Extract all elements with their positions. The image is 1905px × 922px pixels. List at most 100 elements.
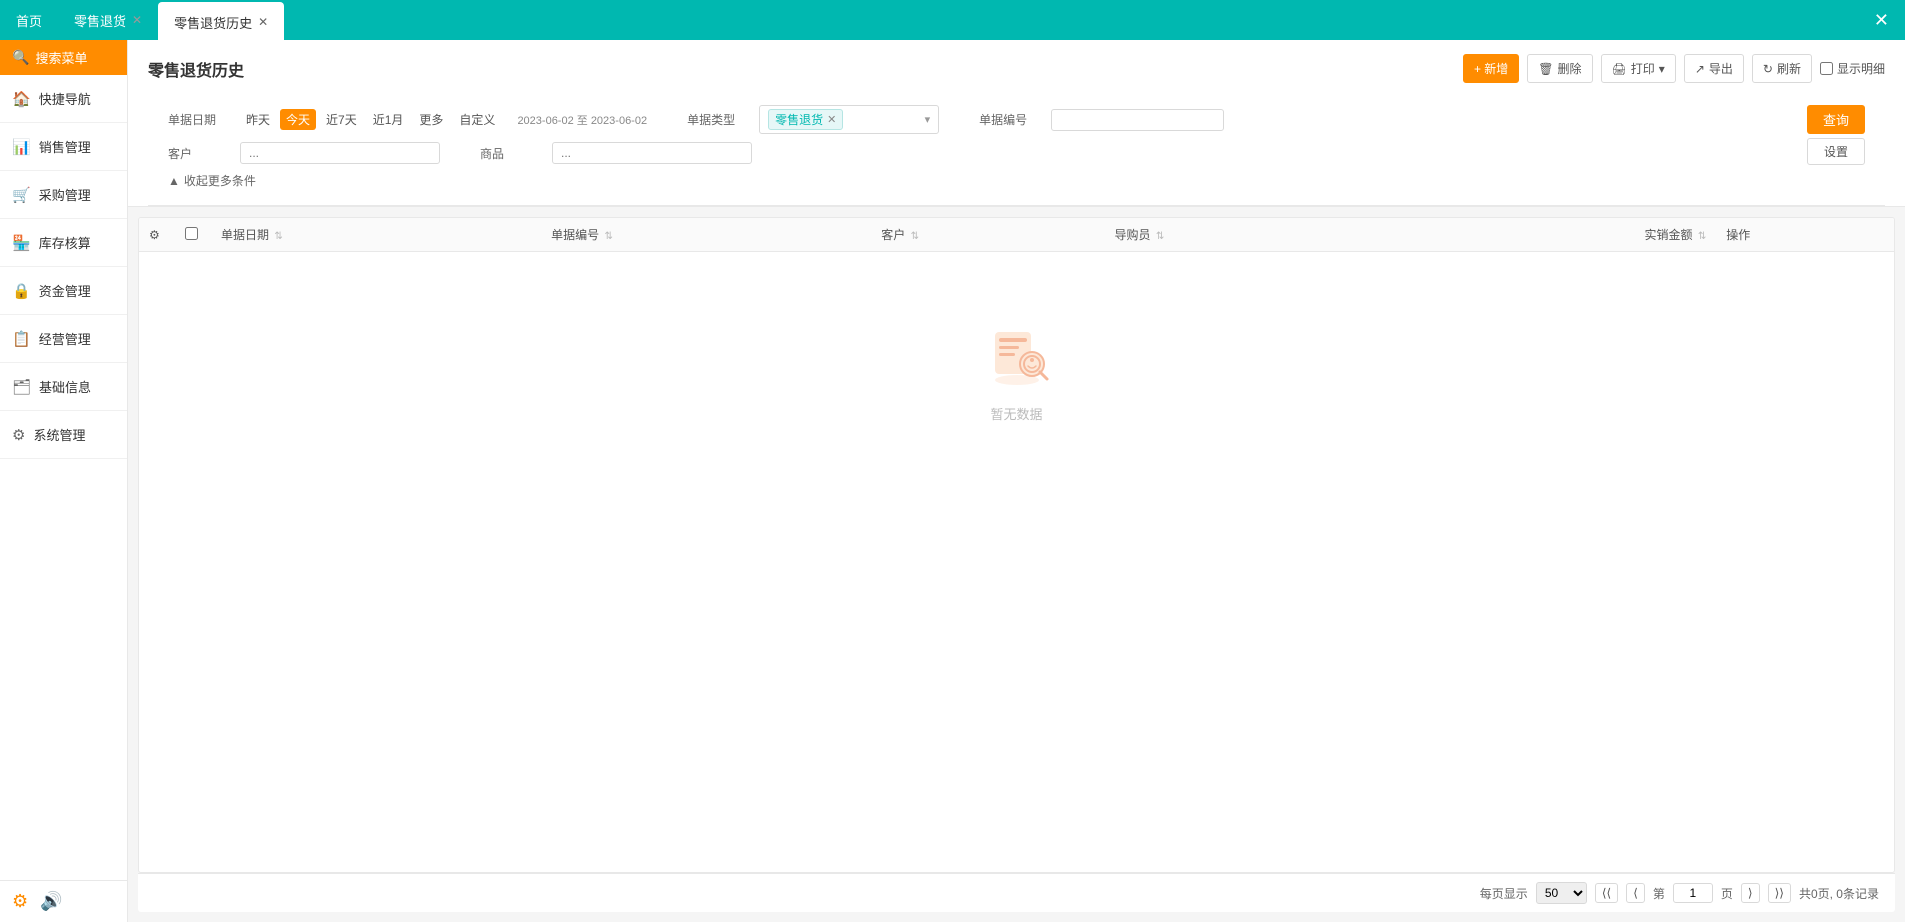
- refresh-button[interactable]: ↻ 刷新: [1752, 54, 1812, 83]
- date-btn-today[interactable]: 今天: [280, 109, 316, 130]
- sidebar-item-basic-info[interactable]: 🗂 基础信息: [0, 363, 127, 411]
- type-tag-close[interactable]: ✕: [827, 113, 836, 126]
- type-tag: 零售退货 ✕: [768, 109, 843, 130]
- date-btn-more[interactable]: 更多: [413, 109, 449, 130]
- collapse-button[interactable]: ▲ 收起更多条件: [168, 172, 1791, 189]
- show-detail-checkbox-label[interactable]: 显示明细: [1820, 60, 1885, 77]
- date-btn-1month[interactable]: 近1月: [367, 109, 410, 130]
- filter-row-1: 单据日期 昨天 今天 近7天 近1月 更多 自定义 2023-06-02 至 2…: [168, 105, 1791, 134]
- voucher-no-input[interactable]: [1051, 109, 1224, 131]
- volume-icon[interactable]: 🔊: [40, 891, 62, 912]
- th-date-label: 单据日期: [221, 228, 269, 242]
- first-page-button[interactable]: ⟨⟨: [1595, 883, 1618, 903]
- sidebar-item-inventory[interactable]: 🏪 库存核算: [0, 219, 127, 267]
- show-detail-checkbox[interactable]: [1820, 62, 1833, 75]
- th-settings: ⚙: [139, 218, 175, 252]
- date-btn-yesterday[interactable]: 昨天: [240, 109, 276, 130]
- export-label: 导出: [1709, 60, 1733, 77]
- window-close-button[interactable]: ✕: [1858, 10, 1905, 31]
- quick-nav-icon: 🏠: [12, 90, 31, 108]
- th-amount: 实销金额 ⇅: [1386, 218, 1716, 252]
- empty-state-icon: [977, 312, 1057, 392]
- customer-input[interactable]: [240, 142, 440, 164]
- th-voucher-sort-icon[interactable]: ⇅: [604, 231, 612, 242]
- per-page-select[interactable]: 10 20 50 100: [1536, 882, 1587, 904]
- th-customer-sort-icon[interactable]: ⇅: [911, 231, 919, 242]
- empty-state: 暂无数据: [139, 252, 1894, 483]
- sidebar-item-finance[interactable]: 🔒 资金管理: [0, 267, 127, 315]
- date-buttons: 昨天 今天 近7天 近1月 更多 自定义: [240, 109, 501, 130]
- sidebar-item-purchase[interactable]: 🛒 采购管理: [0, 171, 127, 219]
- tab-retail-return-close[interactable]: ✕: [132, 13, 142, 27]
- date-btn-7days[interactable]: 近7天: [320, 109, 363, 130]
- sidebar-item-system[interactable]: ⚙ 系统管理: [0, 411, 127, 459]
- last-page-button[interactable]: ⟩⟩: [1768, 883, 1791, 903]
- system-icon: ⚙: [12, 426, 25, 444]
- table-body: 暂无数据: [139, 252, 1894, 484]
- goods-input[interactable]: [552, 142, 752, 164]
- settings-gear-icon[interactable]: ⚙: [12, 891, 28, 912]
- th-amount-sort-icon[interactable]: ⇅: [1698, 231, 1706, 242]
- th-checkbox: [175, 218, 211, 252]
- select-all-checkbox[interactable]: [185, 227, 198, 240]
- sidebar-item-label: 采购管理: [39, 185, 91, 204]
- refresh-icon: ↻: [1763, 62, 1773, 76]
- date-filter-label: 单据日期: [168, 111, 224, 128]
- type-filter-box[interactable]: 零售退货 ✕ ▾: [759, 105, 939, 134]
- next-page-button[interactable]: ⟩: [1741, 883, 1760, 903]
- print-icon: 🖨: [1612, 62, 1627, 76]
- sidebar-item-quick-nav[interactable]: 🏠 快捷导航: [0, 75, 127, 123]
- print-button[interactable]: 🖨 打印 ▾: [1601, 54, 1676, 83]
- th-action-label: 操作: [1726, 228, 1750, 242]
- top-bar: 首页 零售退货 ✕ 零售退货历史 ✕ ✕: [0, 0, 1905, 40]
- empty-state-cell: 暂无数据: [139, 252, 1894, 484]
- delete-icon: 🗑: [1538, 62, 1553, 76]
- data-table-wrap: ⚙ 单据日期 ⇅ 单据编号 ⇅: [138, 217, 1895, 873]
- sidebar-item-label: 销售管理: [39, 137, 91, 156]
- query-settings-col: 查询 设置: [1807, 105, 1865, 165]
- sidebar-item-label: 基础信息: [39, 377, 91, 396]
- tab-retail-return-history[interactable]: 零售退货历史 ✕: [158, 2, 284, 42]
- export-button[interactable]: ↗ 导出: [1684, 54, 1744, 83]
- new-button[interactable]: + 新增: [1463, 54, 1519, 83]
- table-header-row: ⚙ 单据日期 ⇅ 单据编号 ⇅: [139, 218, 1894, 252]
- sidebar-item-sales[interactable]: 📊 销售管理: [0, 123, 127, 171]
- tab-home-label: 首页: [16, 11, 42, 30]
- sidebar-search[interactable]: 🔍 搜索菜单: [0, 40, 127, 75]
- th-amount-label: 实销金额: [1644, 228, 1692, 242]
- sidebar-item-label: 快捷导航: [39, 89, 91, 108]
- sidebar-item-label: 资金管理: [39, 281, 91, 300]
- th-customer-label: 客户: [881, 228, 905, 242]
- sales-icon: 📊: [12, 138, 31, 156]
- sidebar-item-label: 库存核算: [39, 233, 91, 252]
- collapse-arrow-icon: ▲: [168, 174, 180, 188]
- tab-home[interactable]: 首页: [0, 0, 58, 40]
- sidebar-item-operations[interactable]: 📋 经营管理: [0, 315, 127, 363]
- collapse-label: 收起更多条件: [184, 172, 256, 189]
- column-settings-icon[interactable]: ⚙: [149, 228, 160, 242]
- delete-button[interactable]: 🗑 删除: [1527, 54, 1592, 83]
- tab-retail-return[interactable]: 零售退货 ✕: [58, 0, 158, 40]
- show-detail-label: 显示明细: [1837, 60, 1885, 77]
- th-guide-sort-icon[interactable]: ⇅: [1156, 231, 1164, 242]
- finance-icon: 🔒: [12, 282, 31, 300]
- th-date-sort-icon[interactable]: ⇅: [274, 231, 282, 242]
- sidebar: 🔍 搜索菜单 🏠 快捷导航 📊 销售管理 🛒 采购管理 🏪 库存核算 🔒 资金管…: [0, 40, 128, 922]
- empty-state-text: 暂无数据: [990, 404, 1042, 423]
- th-action: 操作: [1716, 218, 1894, 252]
- tab-retail-return-history-close[interactable]: ✕: [258, 15, 268, 29]
- page-label: 第: [1653, 885, 1665, 902]
- th-customer: 客户 ⇅: [871, 218, 1104, 252]
- query-button[interactable]: 查询: [1807, 105, 1865, 134]
- sidebar-bottom: ⚙ 🔊: [0, 880, 127, 922]
- th-date: 单据日期 ⇅: [211, 218, 541, 252]
- page-title-bar: 零售退货历史 + 新增 🗑 删除 🖨 打印 ▾ ↗ 导出: [148, 54, 1885, 83]
- date-btn-custom[interactable]: 自定义: [453, 109, 501, 130]
- filter-fields: 单据日期 昨天 今天 近7天 近1月 更多 自定义 2023-06-02 至 2…: [168, 105, 1791, 195]
- filter-area: 单据日期 昨天 今天 近7天 近1月 更多 自定义 2023-06-02 至 2…: [148, 95, 1885, 206]
- page-input[interactable]: 1: [1673, 883, 1713, 903]
- type-dropdown-icon[interactable]: ▾: [925, 113, 931, 126]
- sidebar-item-label: 系统管理: [33, 425, 85, 444]
- prev-page-button[interactable]: ⟨: [1626, 883, 1645, 903]
- filter-settings-button[interactable]: 设置: [1807, 138, 1865, 165]
